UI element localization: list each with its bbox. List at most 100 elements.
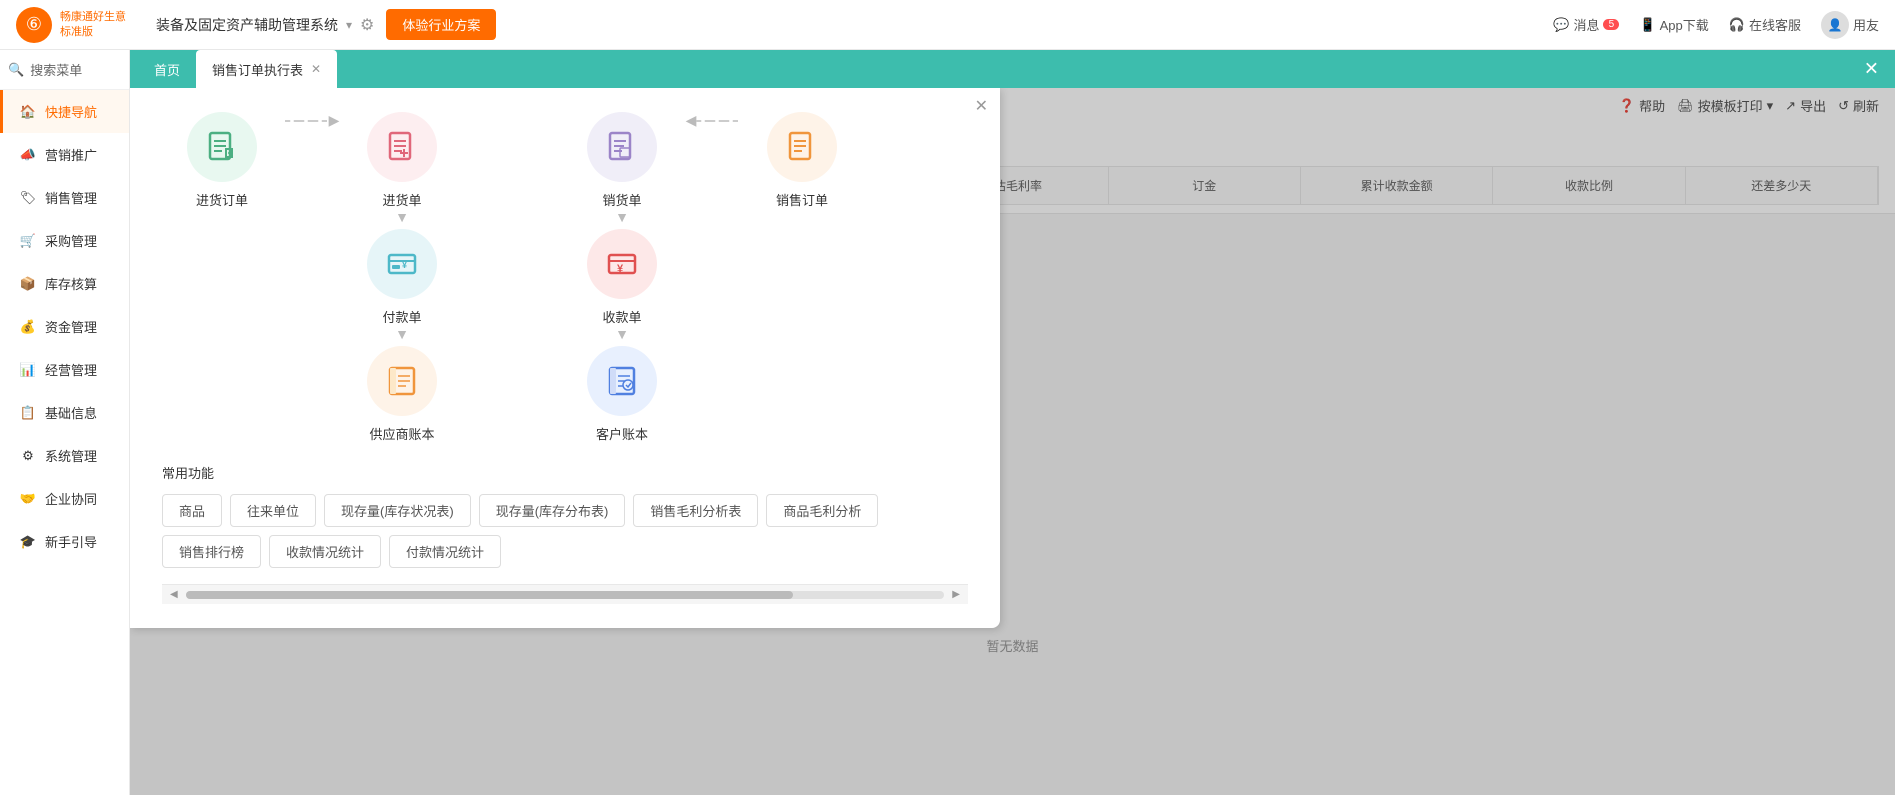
tab-close-icon[interactable]: ✕ [311,62,321,76]
sidebar-item-operations[interactable]: 📊 经营管理 [0,348,129,391]
system-dropdown-icon[interactable]: ▾ [346,18,352,32]
scroll-track[interactable] [186,591,945,599]
user-area[interactable]: 👤 用友 [1821,11,1879,39]
purchase-icon: 🛒 [19,232,37,250]
sidebar-item-marketing[interactable]: 📣 营销推广 [0,133,129,176]
func-btn-product-margin[interactable]: 商品毛利分析 [766,494,878,527]
sidebar-item-basic-info[interactable]: 📋 基础信息 [0,391,129,434]
sidebar-item-finance[interactable]: 💰 资金管理 [0,305,129,348]
system-title: 装备及固定资产辅助管理系统 [156,15,338,35]
customer-ledger-label: 客户账本 [596,424,648,443]
node-supplier-ledger[interactable]: 供应商账本 [342,346,462,443]
system-title-area: 装备及固定资产辅助管理系统 ▾ ⚙ [148,15,374,35]
tab-sales-order-exec[interactable]: 销售订单执行表 ✕ [196,50,337,88]
basic-info-icon: 📋 [19,404,37,422]
phone-icon: 📱 [1639,17,1655,33]
main-layout: 🔍 搜索菜单 🏠 快捷导航 📣 营销推广 🏷 销售管理 🛒 采购管理 📦 [0,50,1895,795]
scroll-thumb [186,591,793,599]
sales-icon: 🏷 [19,189,37,207]
home-icon: 🏠 [19,103,37,121]
func-btn-inventory-status[interactable]: 现存量(库存状况表) [324,494,471,527]
content-area: 首页 销售订单执行表 ✕ ✕ ❓ 帮助 [130,50,1895,795]
message-icon: 💬 [1553,17,1569,33]
cooperation-icon: 🤝 [19,490,37,508]
trial-button[interactable]: 体验行业方案 [386,9,496,40]
sidebar-item-cooperation[interactable]: 🤝 企业协同 [0,477,129,520]
guide-icon: 🎓 [19,533,37,551]
sidebar-item-guide[interactable]: 🎓 新手引导 [0,520,129,563]
app-wrapper: ⑥ 畅康通好生意 标准版 装备及固定资产辅助管理系统 ▾ ⚙ 体验行业方案 💬 … [0,0,1895,795]
window-close-icon[interactable]: ✕ [1864,59,1879,80]
headset-icon: 🎧 [1729,17,1745,33]
node-customer-ledger[interactable]: 客户账本 [562,346,682,443]
purchase-order-icon [187,112,257,182]
app-download-button[interactable]: 📱 App下载 [1639,15,1708,34]
sales-bill-label: 销货单 [602,190,641,209]
search-icon: 🔍 [8,62,24,78]
sidebar-item-system[interactable]: ⚙ 系统管理 [0,434,129,477]
purchase-order-label: 进货订单 [196,190,248,209]
receipt-icon: ¥ [587,229,657,299]
func-btn-receipt-stats[interactable]: 收款情况统计 [269,535,381,568]
node-payment[interactable]: ¥ 付款单 [342,229,462,326]
logo-text: 畅康通好生意 标准版 [60,10,126,39]
sidebar-item-purchase[interactable]: 🛒 采购管理 [0,219,129,262]
scroll-left-icon[interactable]: ◀ [170,589,178,600]
payment-label: 付款单 [382,307,421,326]
receipt-label: 收款单 [602,307,641,326]
overlay-panel: ✕ 进货订单 [130,88,1895,795]
scroll-right-icon[interactable]: ▶ [952,589,960,600]
func-btn-inventory-dist[interactable]: 现存量(库存分布表) [479,494,626,527]
node-receipt[interactable]: ¥ 收款单 [562,229,682,326]
func-btn-payment-stats[interactable]: 付款情况统计 [389,535,501,568]
func-btns: 商品 往来单位 现存量(库存状况表) 现存量(库存分布表) 销售毛利分析表 商品… [162,494,968,527]
node-purchase-order[interactable]: 进货订单 [162,112,282,209]
top-bar-left: ⑥ 畅康通好生意 标准版 装备及固定资产辅助管理系统 ▾ ⚙ 体验行业方案 [16,7,496,43]
content-main: ❓ 帮助 🖨 按模板打印 ▾ ↗ 导出 ↺ [130,88,1895,795]
customer-ledger-icon [587,346,657,416]
node-sales-bill[interactable]: 销货单 [562,112,682,209]
search-menu[interactable]: 🔍 搜索菜单 [0,50,129,90]
message-button[interactable]: 💬 消息 5 [1553,15,1619,34]
settings-icon[interactable]: ⚙ [360,15,374,35]
inventory-icon: 📦 [19,275,37,293]
payment-icon: ¥ [367,229,437,299]
sidebar-item-sales[interactable]: 🏷 销售管理 [0,176,129,219]
sidebar-item-quick-nav[interactable]: 🏠 快捷导航 [0,90,129,133]
func-btn-counterpart[interactable]: 往来单位 [230,494,316,527]
sidebar-item-inventory[interactable]: 📦 库存核算 [0,262,129,305]
sidebar: 🔍 搜索菜单 🏠 快捷导航 📣 营销推广 🏷 销售管理 🛒 采购管理 📦 [0,50,130,795]
logo-area: ⑥ 畅康通好生意 标准版 [16,7,136,43]
func-btns-row2: 销售排行榜 收款情况统计 付款情况统计 [162,535,968,568]
supplier-ledger-icon [367,346,437,416]
func-btn-product[interactable]: 商品 [162,494,222,527]
func-btn-sales-rank[interactable]: 销售排行榜 [162,535,261,568]
func-btn-sales-margin[interactable]: 销售毛利分析表 [633,494,758,527]
operations-icon: 📊 [19,361,37,379]
tab-home[interactable]: 首页 [138,50,196,88]
finance-icon: 💰 [19,318,37,336]
sales-order-label: 销售订单 [776,190,828,209]
sales-bill-icon [587,112,657,182]
top-bar-right: 💬 消息 5 📱 App下载 🎧 在线客服 👤 用友 [1553,11,1879,39]
supplier-ledger-label: 供应商账本 [369,424,434,443]
online-service-button[interactable]: 🎧 在线客服 [1729,15,1801,34]
app-logo-icon: ⑥ [16,7,52,43]
svg-text:¥: ¥ [617,263,624,275]
node-sales-order[interactable]: 销售订单 [742,112,862,209]
flow-panel-close-icon[interactable]: ✕ [975,96,988,116]
svg-text:¥: ¥ [402,260,407,270]
common-funcs-title: 常用功能 [162,463,968,482]
purchase-bill-label: 进货单 [382,190,421,209]
sales-order-icon [767,112,837,182]
tab-bar: 首页 销售订单执行表 ✕ ✕ [130,50,1895,88]
system-icon: ⚙ [19,447,37,465]
top-bar: ⑥ 畅康通好生意 标准版 装备及固定资产辅助管理系统 ▾ ⚙ 体验行业方案 💬 … [0,0,1895,50]
node-purchase-bill[interactable]: 进货单 [342,112,462,209]
marketing-icon: 📣 [19,146,37,164]
flow-panel: ✕ 进货订单 [130,88,1000,628]
avatar: 👤 [1821,11,1849,39]
common-funcs-area: 常用功能 商品 往来单位 现存量(库存状况表) 现存量(库存分布表) 销售毛利分… [162,463,968,568]
purchase-bill-icon [367,112,437,182]
scroll-bar-area: ◀ ▶ [162,584,968,604]
